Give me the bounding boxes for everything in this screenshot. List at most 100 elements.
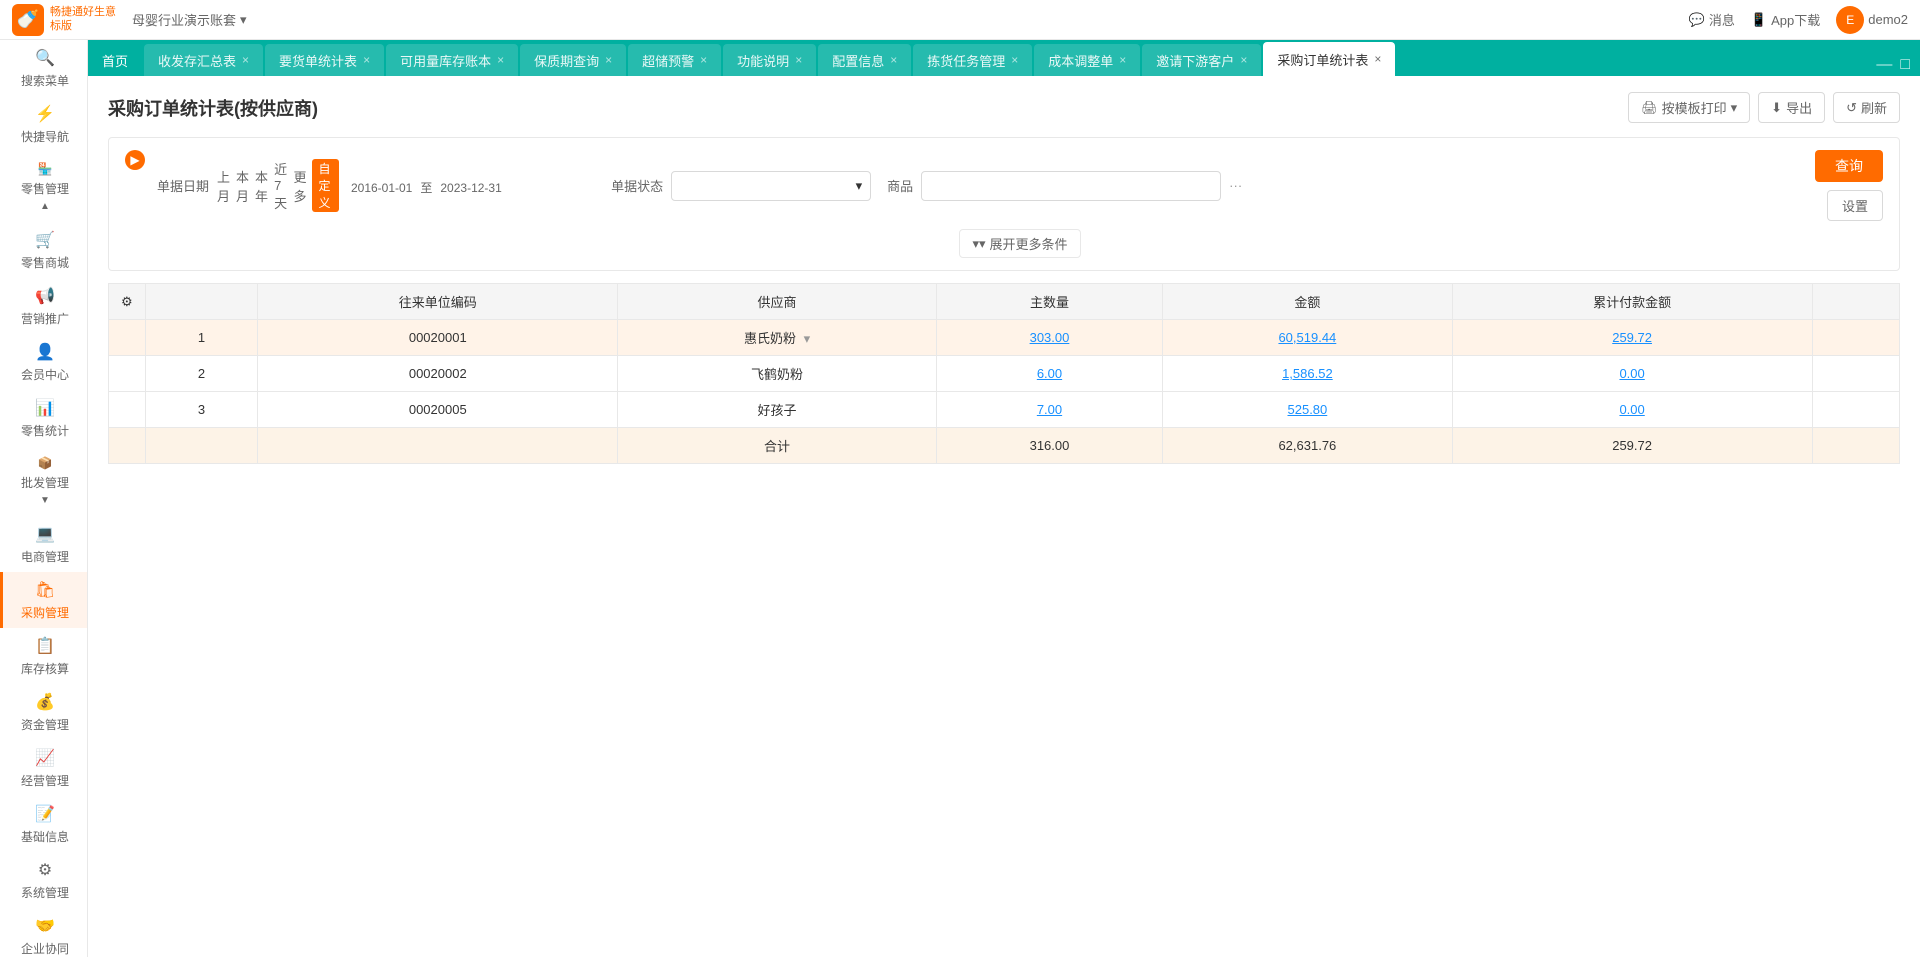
export-icon: ⬇: [1771, 100, 1782, 116]
tab-close-icon[interactable]: ×: [1011, 53, 1018, 67]
capital-mgmt-icon: 💰: [35, 692, 55, 712]
footer-amount-cell: 62,631.76: [1163, 428, 1452, 464]
sidebar-item-inventory-check[interactable]: 📋 库存核算: [0, 628, 87, 684]
tab-available-inventory[interactable]: 可用量库存账本 ×: [386, 44, 518, 76]
sidebar-item-retail-mall[interactable]: 🛒 零售商城: [0, 222, 87, 278]
sidebar-item-marketing[interactable]: 📢 营销推广: [0, 278, 87, 334]
tab-order-stats[interactable]: 要货单统计表 ×: [265, 44, 384, 76]
status-select[interactable]: ▾: [671, 171, 871, 201]
sidebar-item-ecommerce-mgmt[interactable]: 💻 电商管理: [0, 516, 87, 572]
tab-close-icon[interactable]: ×: [363, 53, 370, 67]
collapse-filter-button[interactable]: ▶: [125, 150, 145, 170]
sidebar-item-label: 采购管理: [21, 604, 69, 621]
row-seq-cell: 2: [145, 356, 258, 392]
row-dropdown-icon[interactable]: ▾: [804, 331, 811, 346]
tab-close-icon[interactable]: ×: [1119, 53, 1126, 67]
app-download-button[interactable]: 📱 App下载: [1751, 10, 1820, 29]
tab-close-icon[interactable]: ×: [242, 53, 249, 67]
tab-close-icon[interactable]: ×: [1374, 52, 1381, 66]
row-amount-cell: 1,586.52: [1163, 356, 1452, 392]
date-shortcut-this-month[interactable]: 本月: [236, 167, 249, 205]
footer-extra-cell: [1812, 428, 1899, 464]
tab-function-desc[interactable]: 功能说明 ×: [723, 44, 816, 76]
export-button[interactable]: ⬇ 导出: [1758, 92, 1825, 123]
date-shortcut-this-year[interactable]: 本年: [255, 167, 268, 205]
tab-expiry-query[interactable]: 保质期查询 ×: [520, 44, 626, 76]
col-settings-header[interactable]: ⚙: [109, 284, 146, 320]
tab-overstock-warning[interactable]: 超储预警 ×: [628, 44, 721, 76]
tab-close-icon[interactable]: ×: [795, 53, 802, 67]
table-row[interactable]: 3 00020005 好孩子 7.00 525.80 0.00: [109, 392, 1900, 428]
user-avatar-area[interactable]: E demo2: [1836, 6, 1908, 34]
date-shortcut-last-month[interactable]: 上月: [217, 167, 230, 205]
message-button[interactable]: 💬 消息: [1689, 10, 1735, 29]
workspace-selector[interactable]: 母婴行业演示账套 ▾: [124, 6, 255, 33]
avatar: E: [1836, 6, 1864, 34]
sidebar-item-capital-mgmt[interactable]: 💰 资金管理: [0, 684, 87, 740]
sidebar: 🔍 搜索菜单 ⚡ 快捷导航 🏪 零售管理 ▲ 🛒 零售商城 📢 营销推广 👤 会…: [0, 40, 88, 957]
tab-cost-adjust[interactable]: 成本调整单 ×: [1034, 44, 1140, 76]
sidebar-item-wholesale-mgmt[interactable]: 📦 批发管理 ▼: [0, 446, 87, 516]
column-settings-icon[interactable]: ⚙: [121, 294, 133, 309]
date-shortcut-7days[interactable]: 近7天: [274, 159, 287, 212]
tab-home[interactable]: 首页: [88, 44, 142, 76]
tab-bar-actions: — □: [1866, 54, 1920, 76]
expand-more-button[interactable]: ▾▾ 展开更多条件: [959, 229, 1080, 258]
amount-link[interactable]: 60,519.44: [1278, 330, 1336, 345]
tab-invite-downstream[interactable]: 邀请下游客户 ×: [1142, 44, 1261, 76]
sidebar-item-member-center[interactable]: 👤 会员中心: [0, 334, 87, 390]
goods-input[interactable]: [921, 171, 1221, 201]
sidebar-item-search[interactable]: 🔍 搜索菜单: [0, 40, 87, 96]
tab-close-icon[interactable]: ×: [700, 53, 707, 67]
main-qty-link[interactable]: 7.00: [1037, 402, 1062, 417]
date-range-display: 2016-01-01 至 2023-12-31: [347, 179, 595, 196]
goods-more-icon[interactable]: ···: [1229, 178, 1242, 193]
sidebar-item-business-mgmt[interactable]: 📈 经营管理: [0, 740, 87, 796]
tab-close-icon[interactable]: ×: [890, 53, 897, 67]
tab-minimize-button[interactable]: —: [1874, 54, 1894, 76]
date-shortcut-more[interactable]: 更多: [293, 167, 306, 205]
tab-close-icon[interactable]: ×: [1240, 53, 1247, 67]
sidebar-item-label: 经营管理: [21, 772, 69, 789]
table-row[interactable]: 2 00020002 飞鹤奶粉 6.00 1,586.52 0.00: [109, 356, 1900, 392]
top-bar-left: 🍼 畅捷通好生意 标版 母婴行业演示账套 ▾: [12, 4, 255, 36]
search-button[interactable]: 查询: [1815, 150, 1883, 182]
tab-receive-summary[interactable]: 收发存汇总表 ×: [144, 44, 263, 76]
main-qty-link[interactable]: 303.00: [1030, 330, 1070, 345]
tab-pick-task[interactable]: 拣货任务管理 ×: [913, 44, 1032, 76]
search-icon: 🔍: [35, 48, 55, 68]
tab-close-icon[interactable]: ×: [605, 53, 612, 67]
tab-config-info[interactable]: 配置信息 ×: [818, 44, 911, 76]
paid-amount-link[interactable]: 0.00: [1619, 402, 1644, 417]
row-settings-cell: [109, 356, 146, 392]
row-supplier-cell: 惠氏奶粉 ▾: [618, 320, 937, 356]
settings-button[interactable]: 设置: [1827, 190, 1883, 221]
paid-amount-link[interactable]: 0.00: [1619, 366, 1644, 381]
amount-link[interactable]: 1,586.52: [1282, 366, 1333, 381]
print-button[interactable]: 🖨 按模板打印 ▾: [1628, 92, 1750, 123]
sidebar-item-quick-nav[interactable]: ⚡ 快捷导航: [0, 96, 87, 152]
row-extra-cell: [1812, 320, 1899, 356]
date-from-display: 2016-01-01: [351, 181, 412, 195]
custom-date-badge[interactable]: 自定义: [312, 159, 339, 212]
page-header: 采购订单统计表(按供应商) 🖨 按模板打印 ▾ ⬇ 导出 ↺: [108, 92, 1900, 123]
row-paid-amount-cell: 259.72: [1452, 320, 1812, 356]
sidebar-item-retail-mgmt[interactable]: 🏪 零售管理 ▲: [0, 152, 87, 222]
sidebar-item-purchase-mgmt[interactable]: 🛍 采购管理: [0, 572, 87, 628]
sidebar-item-basic-info[interactable]: 📝 基础信息: [0, 796, 87, 852]
table-row[interactable]: 1 00020001 惠氏奶粉 ▾ 303.00 60,519.44 259.7…: [109, 320, 1900, 356]
main-layout: 🔍 搜索菜单 ⚡ 快捷导航 🏪 零售管理 ▲ 🛒 零售商城 📢 营销推广 👤 会…: [0, 40, 1920, 957]
amount-link[interactable]: 525.80: [1288, 402, 1328, 417]
tab-purchase-stats[interactable]: 采购订单统计表 ×: [1263, 42, 1395, 76]
filter-group-goods: 商品 ···: [887, 171, 1242, 201]
paid-amount-link[interactable]: 259.72: [1612, 330, 1652, 345]
refresh-button[interactable]: ↺ 刷新: [1833, 92, 1900, 123]
sidebar-item-retail-stats[interactable]: 📊 零售统计: [0, 390, 87, 446]
sidebar-item-system-mgmt[interactable]: ⚙ 系统管理: [0, 852, 87, 908]
sidebar-item-enterprise-collab[interactable]: 🤝 企业协同: [0, 908, 87, 957]
logo-area: 🍼 畅捷通好生意 标版: [12, 4, 116, 36]
tab-maximize-button[interactable]: □: [1898, 54, 1912, 76]
tab-close-icon[interactable]: ×: [497, 53, 504, 67]
col-amount-header: 金额: [1163, 284, 1452, 320]
main-qty-link[interactable]: 6.00: [1037, 366, 1062, 381]
